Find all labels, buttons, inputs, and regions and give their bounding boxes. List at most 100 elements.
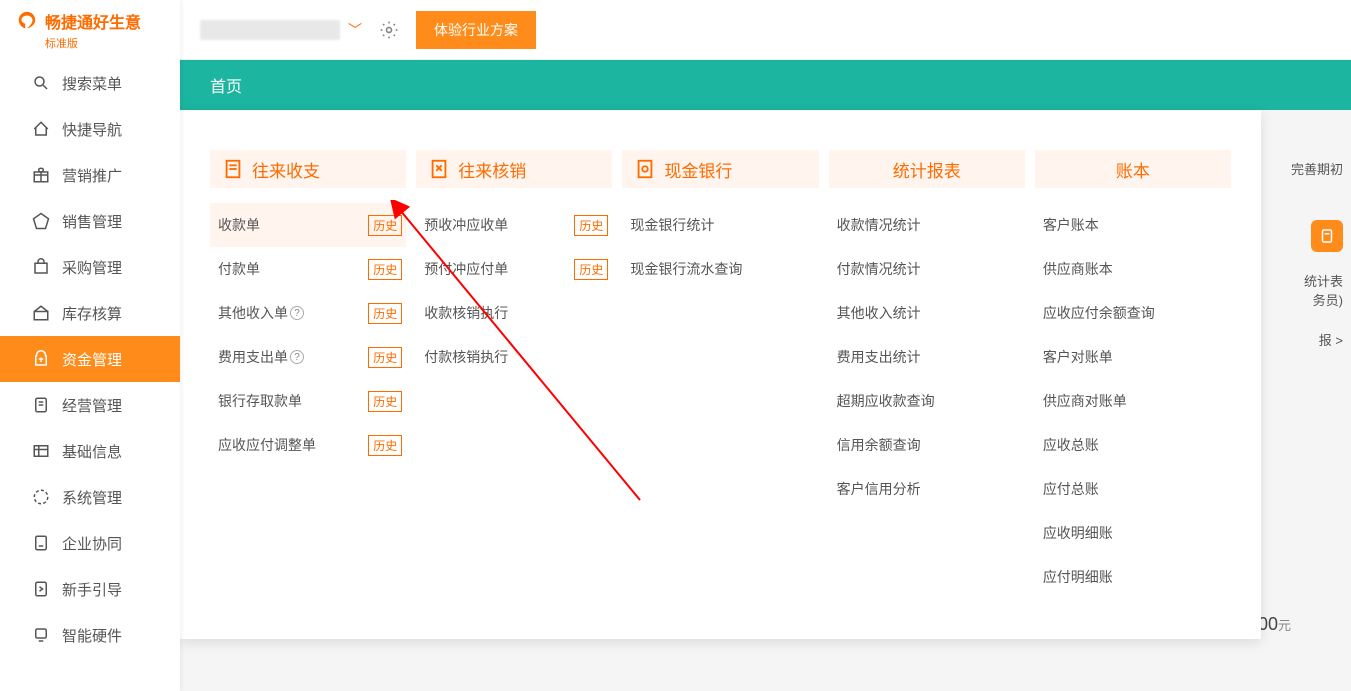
- menu-item-label: 客户信用分析: [837, 479, 921, 499]
- menu-item-label: 应收总账: [1043, 435, 1099, 455]
- sidebar-item-purchase[interactable]: 采购管理: [0, 244, 180, 290]
- menu-item[interactable]: 其他收入统计: [829, 291, 1025, 335]
- menu-item[interactable]: 收款情况统计: [829, 203, 1025, 247]
- industry-plan-button[interactable]: 体验行业方案: [416, 11, 536, 49]
- history-tag[interactable]: 历史: [574, 259, 608, 280]
- menu-item-label: 供应商对账单: [1043, 391, 1127, 411]
- col-ledger: 账本 客户账本供应商账本应收应付余额查询客户对账单供应商对账单应收总账应付总账应…: [1035, 150, 1231, 599]
- menu-item[interactable]: 其他收入单?历史: [210, 291, 406, 335]
- menu-item[interactable]: 应付明细账: [1035, 555, 1231, 599]
- sidebar-item-collab[interactable]: 企业协同: [0, 520, 180, 566]
- menu-item[interactable]: 应付总账: [1035, 467, 1231, 511]
- sidebar-item-hardware[interactable]: 智能硬件: [0, 612, 180, 658]
- menu-item-label: 客户账本: [1043, 215, 1099, 235]
- right-item-stats-partial[interactable]: 统计表务员): [1261, 272, 1343, 311]
- menu-item-label: 其他收入统计: [837, 303, 921, 323]
- org-name-blurred: [200, 20, 340, 40]
- sidebar-item-basicinfo[interactable]: 基础信息: [0, 428, 180, 474]
- menu-item[interactable]: 客户账本: [1035, 203, 1231, 247]
- history-tag[interactable]: 历史: [368, 435, 402, 456]
- right-item-iconbox[interactable]: [1261, 220, 1343, 252]
- sidebar-item-system[interactable]: 系统管理: [0, 474, 180, 520]
- sale-icon: [32, 212, 50, 230]
- menu-item[interactable]: 付款核销执行: [416, 335, 612, 379]
- col-title: 统计报表: [893, 157, 961, 182]
- menu-item[interactable]: 付款单历史: [210, 247, 406, 291]
- search-icon: [32, 74, 50, 92]
- right-item-report-partial[interactable]: 报 >: [1261, 331, 1343, 351]
- help-icon[interactable]: ?: [290, 350, 304, 364]
- menu-item[interactable]: 应收明细账: [1035, 511, 1231, 555]
- col-header-ledger: 账本: [1035, 150, 1231, 188]
- menu-item-label: 收款情况统计: [837, 215, 921, 235]
- menu-item[interactable]: 供应商对账单: [1035, 379, 1231, 423]
- history-tag[interactable]: 历史: [368, 391, 402, 412]
- sidebar-item-inventory[interactable]: 库存核算: [0, 290, 180, 336]
- menu-item-label: 付款核销执行: [424, 347, 508, 367]
- history-tag[interactable]: 历史: [368, 347, 402, 368]
- sidebar-item-label: 库存核算: [62, 303, 122, 324]
- sidebar-item-sales[interactable]: 销售管理: [0, 198, 180, 244]
- history-tag[interactable]: 历史: [574, 215, 608, 236]
- settings-button[interactable]: [378, 19, 400, 41]
- sidebar: 畅捷通好生意 标准版 搜索菜单 快捷导航 营销推广 销售管理 采购管理 库存核算…: [0, 0, 180, 691]
- col-title: 现金银行: [664, 157, 732, 182]
- menu-item[interactable]: 应收应付调整单历史: [210, 423, 406, 467]
- menu-item-label: 银行存取款单: [218, 391, 302, 411]
- sidebar-item-label: 资金管理: [62, 349, 122, 370]
- col-title: 往来核销: [458, 157, 526, 182]
- right-panel: 完善期初 统计表务员) 报 >: [1261, 160, 1351, 370]
- sidebar-item-business[interactable]: 经营管理: [0, 382, 180, 428]
- menu-item-label: 付款情况统计: [837, 259, 921, 279]
- menu-item[interactable]: 信用余额查询: [829, 423, 1025, 467]
- sidebar-item-label: 营销推广: [62, 165, 122, 186]
- receipt-icon: [222, 158, 244, 180]
- menu-item[interactable]: 费用支出单?历史: [210, 335, 406, 379]
- menu-item[interactable]: 付款情况统计: [829, 247, 1025, 291]
- sidebar-item-label: 系统管理: [62, 487, 122, 508]
- menu-item[interactable]: 客户对账单: [1035, 335, 1231, 379]
- sidebar-item-label: 经营管理: [62, 395, 122, 416]
- sidebar-item-marketing[interactable]: 营销推广: [0, 152, 180, 198]
- sidebar-item-guide[interactable]: 新手引导: [0, 566, 180, 612]
- stock-icon: [32, 304, 50, 322]
- sidebar-item-funds[interactable]: 资金管理: [0, 336, 180, 382]
- menu-item[interactable]: 现金银行统计: [622, 203, 818, 247]
- col-reports: 统计报表 收款情况统计付款情况统计其他收入统计费用支出统计超期应收款查询信用余额…: [829, 150, 1025, 599]
- org-dropdown[interactable]: ﹀: [200, 20, 362, 40]
- logo-area: 畅捷通好生意 标准版: [0, 0, 180, 60]
- menu-item[interactable]: 供应商账本: [1035, 247, 1231, 291]
- home-icon: [32, 120, 50, 138]
- menu-item-label: 应收明细账: [1043, 523, 1113, 543]
- menu-item[interactable]: 应收应付余额查询: [1035, 291, 1231, 335]
- sidebar-item-search[interactable]: 搜索菜单: [0, 60, 180, 106]
- team-icon: [32, 534, 50, 552]
- menu-item[interactable]: 超期应收款查询: [829, 379, 1025, 423]
- menu-item[interactable]: 银行存取款单 历史: [210, 379, 406, 423]
- menu-item-label: 供应商账本: [1043, 259, 1113, 279]
- menu-item[interactable]: 预付冲应付单历史: [416, 247, 612, 291]
- menu-item[interactable]: 现金银行流水查询: [622, 247, 818, 291]
- sidebar-item-label: 企业协同: [62, 533, 122, 554]
- menu-item-label: 超期应收款查询: [837, 391, 935, 411]
- help-icon[interactable]: ?: [290, 306, 304, 320]
- history-tag[interactable]: 历史: [368, 303, 402, 324]
- brand-badge: 标准版: [45, 35, 165, 51]
- menu-item[interactable]: 费用支出统计: [829, 335, 1025, 379]
- menu-item[interactable]: 应收总账: [1035, 423, 1231, 467]
- menu-item-label: 费用支出统计: [837, 347, 921, 367]
- menu-item[interactable]: 收款单历史: [210, 203, 406, 247]
- menu-item[interactable]: 客户信用分析: [829, 467, 1025, 511]
- funds-mega-menu: 往来收支 收款单历史付款单历史其他收入单?历史费用支出单?历史银行存取款单历史应…: [180, 110, 1261, 639]
- menu-item[interactable]: 预收冲应收单历史: [416, 203, 612, 247]
- menu-item[interactable]: 收款核销执行: [416, 291, 612, 335]
- right-item-initial[interactable]: 完善期初: [1261, 160, 1343, 180]
- info-icon: [32, 442, 50, 460]
- tab-home[interactable]: 首页: [210, 73, 242, 97]
- chevron-down-icon: ﹀: [348, 20, 362, 40]
- history-tag[interactable]: 历史: [368, 259, 402, 280]
- sidebar-item-quicknav[interactable]: 快捷导航: [0, 106, 180, 152]
- header: ﹀ 体验行业方案: [180, 0, 1351, 60]
- history-tag[interactable]: 历史: [368, 215, 402, 236]
- col-income-expense: 往来收支 收款单历史付款单历史其他收入单?历史费用支出单?历史银行存取款单历史应…: [210, 150, 406, 599]
